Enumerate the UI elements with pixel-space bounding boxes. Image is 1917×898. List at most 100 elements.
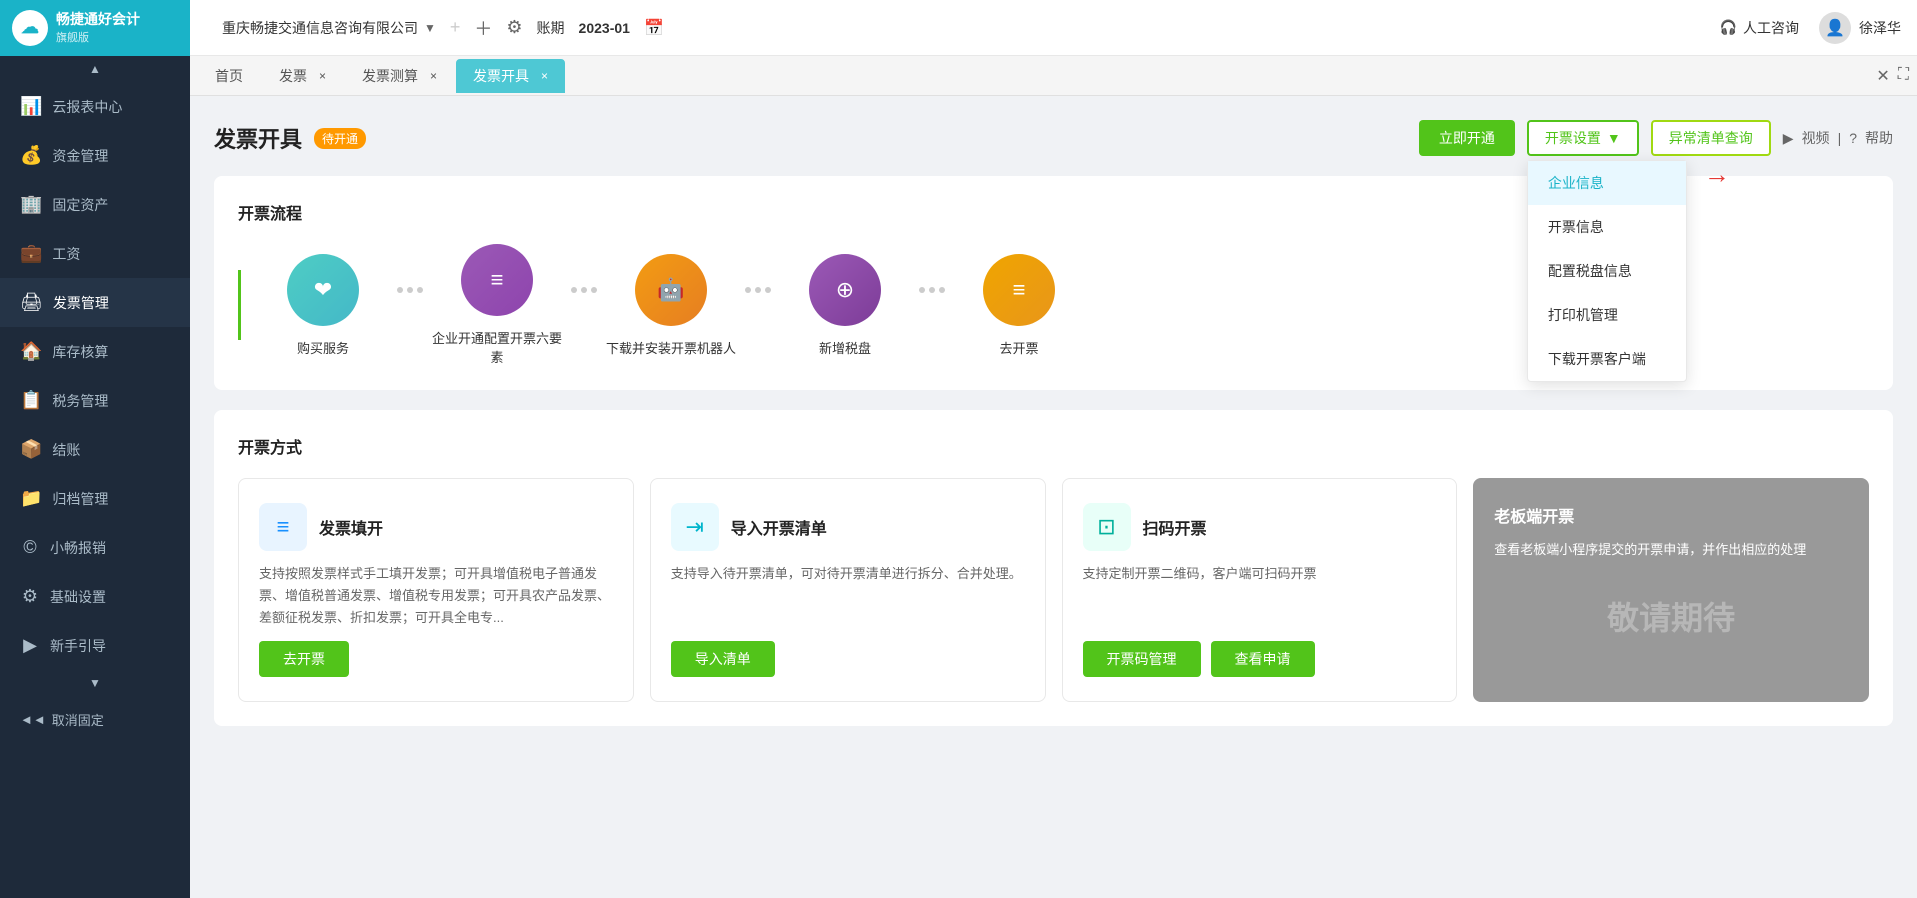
settings-button[interactable]: 开票设置 ▼	[1527, 120, 1639, 156]
sidebar-item-payroll[interactable]: 💼 工资	[0, 229, 190, 278]
method-boss-header: 老板端开票	[1494, 503, 1848, 527]
invoice-mgmt-icon: 🖨	[20, 292, 43, 313]
headphone-icon: 🎧	[1720, 19, 1737, 36]
method-scan-header: ⊡ 扫码开票	[1083, 503, 1437, 551]
sidebar-scroll-down[interactable]: ▼	[0, 670, 190, 696]
pin-icon: ◄◄	[20, 712, 46, 727]
fixed-asset-icon: 🏢	[20, 194, 42, 215]
dropdown-item-company-info[interactable]: 企业信息	[1528, 161, 1686, 205]
method-scan-icon: ⊡	[1083, 503, 1131, 551]
sidebar-item-fixed-asset[interactable]: 🏢 固定资产	[0, 180, 190, 229]
tab-invoice-open-close[interactable]: ×	[541, 69, 548, 83]
dropdown-item-invoice-info[interactable]: 开票信息	[1528, 205, 1686, 249]
consult-button[interactable]: 🎧 人工咨询	[1720, 18, 1799, 38]
help-label[interactable]: 帮助	[1865, 128, 1893, 148]
sidebar-item-cloud-report[interactable]: 📊 云报表中心	[0, 82, 190, 131]
new-guide-icon: ▶	[20, 635, 40, 656]
settings-dropdown-arrow: ▼	[1607, 130, 1621, 146]
settings-dropdown-container: 开票设置 ▼ 企业信息 开票信息 配置税盘信息 打印机管理 下载开票客户端 →	[1527, 120, 1639, 156]
sidebar-cancel-pin[interactable]: ◄◄ 取消固定	[0, 696, 190, 743]
tab-invoice-test-close[interactable]: ×	[430, 69, 437, 83]
sidebar-label: 结账	[52, 440, 80, 460]
methods-section-title: 开票方式	[238, 434, 1869, 458]
methods-section: 开票方式 ≡ 发票填开 支持按照发票样式手工填开发票；可开具增值税电子普通发票、…	[214, 410, 1893, 726]
method-scan-invoice: ⊡ 扫码开票 支持定制开票二维码，客户端可扫码开票 开票码管理 查看申请	[1062, 478, 1458, 702]
sidebar-item-archive[interactable]: 📁 归档管理	[0, 474, 190, 523]
step-buy-label: 购买服务	[297, 338, 349, 357]
video-label[interactable]: 视频	[1802, 128, 1830, 148]
company-selector[interactable]: 重庆畅捷交通信息咨询有限公司 ▼	[222, 18, 436, 38]
sidebar-label: 基础设置	[50, 587, 106, 607]
method-manual-header: ≡ 发票填开	[259, 503, 613, 551]
tax-mgmt-icon: 📋	[20, 390, 42, 411]
sidebar-item-tax-mgmt[interactable]: 📋 税务管理	[0, 376, 190, 425]
payroll-icon: 💼	[20, 243, 42, 264]
go-invoice-manual-button[interactable]: 去开票	[259, 641, 349, 677]
qr-mgmt-button[interactable]: 开票码管理	[1083, 641, 1201, 677]
step-config-icon: ≡	[461, 244, 533, 316]
sidebar-item-settle[interactable]: 📦 结账	[0, 425, 190, 474]
step-buy-service: ❤ 购买服务	[253, 254, 393, 357]
window-close-icon[interactable]: ✕	[1876, 66, 1889, 86]
sidebar-item-invoice-mgmt[interactable]: 🖨 发票管理	[0, 278, 190, 327]
play-icon: ▶	[1783, 130, 1794, 147]
user-area[interactable]: 👤 徐泽华	[1819, 12, 1901, 44]
method-import-desc: 支持导入待开票清单，可对待开票清单进行拆分、合并处理。	[671, 563, 1025, 585]
step-go-invoice: ≡ 去开票	[949, 254, 1089, 357]
sidebar-label: 税务管理	[52, 391, 108, 411]
page-header: 发票开具 待开通 立即开通 开票设置 ▼ 企业信息 开票信息	[214, 120, 1893, 156]
window-maximize-icon[interactable]: ⛶	[1898, 66, 1909, 86]
page-content: 发票开具 待开通 立即开通 开票设置 ▼ 企业信息 开票信息	[190, 96, 1917, 898]
step-connector-3	[741, 287, 775, 293]
settle-icon: 📦	[20, 439, 42, 460]
activate-button[interactable]: 立即开通	[1419, 120, 1515, 156]
help-icon: ?	[1849, 130, 1857, 146]
avatar: 👤	[1819, 12, 1851, 44]
sidebar-item-xiaochang[interactable]: © 小畅报销	[0, 523, 190, 572]
method-import-header: ⇥ 导入开票清单	[671, 503, 1025, 551]
step-config-label: 企业开通配置开票六要素	[432, 328, 562, 366]
calendar-icon[interactable]: 📅	[644, 18, 664, 38]
sidebar-label: 发票管理	[53, 293, 109, 313]
sidebar-item-inventory[interactable]: 🏠 库存核算	[0, 327, 190, 376]
cancel-label: 取消固定	[52, 710, 104, 729]
method-boss-invoice: 老板端开票 查看老板端小程序提交的开票申请，并作出相应的处理 敬请期待	[1473, 478, 1869, 702]
step-connector-2	[567, 287, 601, 293]
sidebar-label: 新手引导	[50, 636, 106, 656]
dropdown-item-download-client[interactable]: 下载开票客户端	[1528, 337, 1686, 381]
view-apply-button[interactable]: 查看申请	[1211, 641, 1315, 677]
tab-invoice-open[interactable]: 发票开具 ×	[456, 59, 565, 93]
tab-home[interactable]: 首页	[198, 59, 260, 93]
logo-icon: ☁	[12, 10, 48, 46]
abnormal-list-button[interactable]: 异常清单查询	[1651, 120, 1771, 156]
method-import-title: 导入开票清单	[731, 515, 827, 539]
consult-label: 人工咨询	[1743, 18, 1799, 38]
logo-text: 畅捷通好会计	[56, 10, 140, 28]
step-go-label: 去开票	[999, 338, 1038, 357]
method-boss-title: 老板端开票	[1494, 503, 1574, 527]
page-title-area: 发票开具 待开通	[214, 122, 366, 154]
header-separator: +	[450, 17, 461, 38]
sidebar-label: 资金管理	[52, 146, 108, 166]
method-boss-desc: 查看老板端小程序提交的开票申请，并作出相应的处理	[1494, 539, 1848, 561]
add-company-button[interactable]: ＋	[474, 15, 492, 41]
tab-invoice-test-label: 发票测算	[362, 66, 418, 86]
import-list-button[interactable]: 导入清单	[671, 641, 775, 677]
step-divider-left	[238, 270, 241, 340]
tab-invoice-test[interactable]: 发票测算 ×	[345, 59, 454, 93]
sidebar-item-basic-settings[interactable]: ⚙ 基础设置	[0, 572, 190, 621]
tab-invoice-close[interactable]: ×	[319, 69, 326, 83]
sidebar-label: 归档管理	[52, 489, 108, 509]
sidebar-item-new-guide[interactable]: ▶ 新手引导	[0, 621, 190, 670]
status-badge: 待开通	[314, 128, 366, 149]
settings-icon[interactable]: ⚙	[506, 17, 522, 38]
sidebar-label: 固定资产	[52, 195, 108, 215]
tab-invoice[interactable]: 发票 ×	[262, 59, 343, 93]
logo-area: ☁ 畅捷通好会计 旗舰版	[0, 0, 190, 56]
sidebar-scroll-up[interactable]: ▲	[0, 56, 190, 82]
settings-button-label: 开票设置	[1545, 128, 1601, 148]
tab-bar: 首页 发票 × 发票测算 × 发票开具 × ✕ ⛶	[190, 56, 1917, 96]
dropdown-item-tax-config[interactable]: 配置税盘信息	[1528, 249, 1686, 293]
sidebar-item-fund-mgmt[interactable]: 💰 资金管理	[0, 131, 190, 180]
dropdown-item-printer-mgmt[interactable]: 打印机管理	[1528, 293, 1686, 337]
